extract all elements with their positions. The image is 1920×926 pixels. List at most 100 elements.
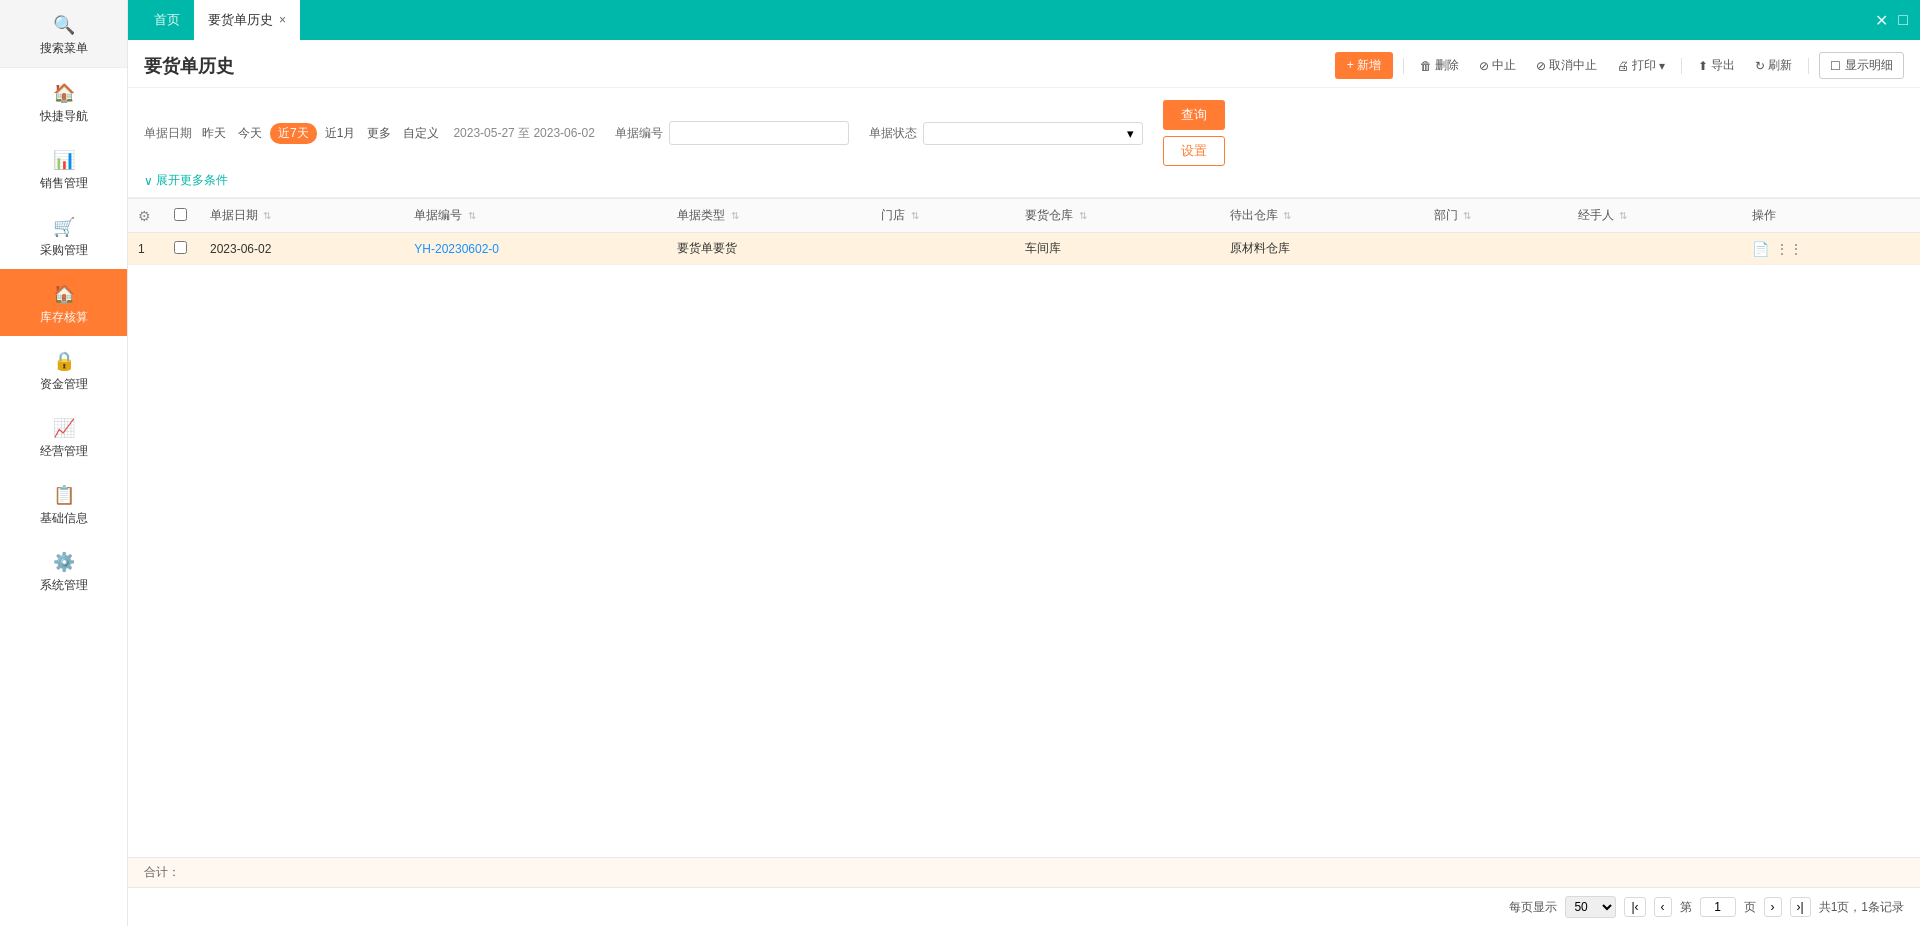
td-operations: 📄 ⋮⋮	[1742, 233, 1920, 265]
table-footer: 合计：	[128, 857, 1920, 887]
setup-button[interactable]: 设置	[1163, 136, 1225, 166]
th-handler[interactable]: 经手人 ⇅	[1568, 199, 1742, 233]
th-doc-type[interactable]: 单据类型 ⇅	[667, 199, 871, 233]
delete-button[interactable]: 🗑 删除	[1414, 53, 1465, 78]
operations-icon: 📈	[53, 417, 75, 439]
doc-status-select[interactable]: ▾	[923, 122, 1143, 145]
window-maximize-icon[interactable]: □	[1898, 11, 1908, 29]
sidebar-item-search-menu[interactable]: 🔍 搜索菜单	[0, 0, 127, 68]
cancel-stop-button[interactable]: ⊘ 取消中止	[1530, 53, 1603, 78]
sidebar-item-basic-info[interactable]: 📋 基础信息	[0, 470, 127, 537]
sidebar-item-system[interactable]: ⚙️ 系统管理	[0, 537, 127, 604]
print-dropdown-icon: ▾	[1659, 59, 1665, 73]
new-button[interactable]: + 新增	[1335, 52, 1393, 79]
td-pending-warehouse: 原材料仓库	[1220, 233, 1424, 265]
total-info: 共1页，1条记录	[1819, 899, 1904, 916]
print-icon: 🖨	[1617, 59, 1629, 73]
th-setting[interactable]: ⚙	[128, 199, 164, 233]
tab-close-btn[interactable]: ×	[279, 13, 286, 27]
page-suffix: 页	[1744, 899, 1756, 916]
td-doc-number: YH-20230602-0	[404, 233, 667, 265]
filter-docnum-item: 单据编号	[615, 121, 849, 145]
td-doc-date: 2023-06-02	[200, 233, 404, 265]
settings-gear-icon[interactable]: ⚙	[138, 208, 151, 224]
sidebar-item-operations[interactable]: 📈 经营管理	[0, 403, 127, 470]
export-icon: ⬆	[1698, 59, 1708, 73]
date-7days[interactable]: 近7天	[270, 123, 317, 144]
page-size-select[interactable]: 50 100 200	[1565, 896, 1616, 918]
system-icon: ⚙️	[53, 551, 75, 573]
select-all-checkbox[interactable]	[174, 208, 187, 221]
doc-number-input[interactable]	[669, 121, 849, 145]
th-doc-number[interactable]: 单据编号 ⇅	[404, 199, 667, 233]
doc-number-link[interactable]: YH-20230602-0	[414, 242, 499, 256]
print-button[interactable]: 🖨 打印 ▾	[1611, 53, 1671, 78]
refresh-button[interactable]: ↻ 刷新	[1749, 53, 1798, 78]
page-prefix: 第	[1680, 899, 1692, 916]
search-menu-icon: 🔍	[53, 14, 75, 36]
th-checkbox[interactable]	[164, 199, 200, 233]
date-more[interactable]: 更多	[363, 123, 395, 144]
sidebar-item-purchase[interactable]: 🛒 采购管理	[0, 202, 127, 269]
date-yesterday[interactable]: 昨天	[198, 123, 230, 144]
purchase-icon: 🛒	[53, 216, 75, 238]
td-req-warehouse: 车间库	[1015, 233, 1219, 265]
next-page-btn[interactable]: ›	[1764, 897, 1782, 917]
date-custom[interactable]: 自定义	[399, 123, 443, 144]
main-content: 首页 要货单历史 × ✕ □ 要货单历史 + 新增 🗑 删	[128, 0, 1920, 926]
divider-2	[1681, 58, 1682, 74]
th-doc-date[interactable]: 单据日期 ⇅	[200, 199, 404, 233]
last-page-btn[interactable]: ›|	[1790, 897, 1811, 917]
sidebar-item-finance[interactable]: 🔒 资金管理	[0, 336, 127, 403]
filter-date-item: 单据日期 昨天 今天 近7天 近1月 更多 自定义 2023-05-27 至 2…	[144, 123, 595, 144]
td-store	[871, 233, 1015, 265]
td-checkbox[interactable]	[164, 233, 200, 265]
td-index: 1	[128, 233, 164, 265]
cancel-stop-icon: ⊘	[1536, 59, 1546, 73]
filter-area: 单据日期 昨天 今天 近7天 近1月 更多 自定义 2023-05-27 至 2…	[128, 88, 1920, 198]
refresh-icon: ↻	[1755, 59, 1765, 73]
date-1month[interactable]: 近1月	[321, 123, 360, 144]
delete-icon: 🗑	[1420, 59, 1432, 73]
row-edit-icon[interactable]: 📄	[1752, 241, 1769, 257]
th-store[interactable]: 门店 ⇅	[871, 199, 1015, 233]
query-button[interactable]: 查询	[1163, 100, 1225, 130]
row-more-icon[interactable]: ⋮⋮	[1775, 241, 1803, 257]
sidebar-item-sales[interactable]: 📊 销售管理	[0, 135, 127, 202]
header-actions: + 新增 🗑 删除 ⊘ 中止 ⊘ 取消中止 🖨	[1335, 52, 1904, 79]
page-number-input[interactable]	[1700, 897, 1736, 917]
td-doc-type: 要货单要货	[667, 233, 871, 265]
finance-icon: 🔒	[53, 350, 75, 372]
td-handler	[1568, 233, 1742, 265]
row-checkbox[interactable]	[174, 241, 187, 254]
export-button[interactable]: ⬆ 导出	[1692, 53, 1741, 78]
window-close-icon[interactable]: ✕	[1875, 11, 1888, 30]
expand-more-btn[interactable]: ∨ 展开更多条件	[144, 172, 1904, 189]
stop-button[interactable]: ⊘ 中止	[1473, 53, 1522, 78]
tab-active[interactable]: 要货单历史 ×	[194, 0, 300, 40]
sort-doc-type-icon: ⇅	[731, 210, 739, 221]
tab-home[interactable]: 首页	[140, 0, 194, 40]
display-detail-button[interactable]: ☐ 显示明细	[1819, 52, 1904, 79]
date-today[interactable]: 今天	[234, 123, 266, 144]
query-action-buttons: 查询 设置	[1163, 100, 1225, 166]
th-department[interactable]: 部门 ⇅	[1424, 199, 1568, 233]
filter-row: 单据日期 昨天 今天 近7天 近1月 更多 自定义 2023-05-27 至 2…	[144, 100, 1904, 166]
table-header-row: ⚙ 单据日期 ⇅ 单据编号 ⇅	[128, 199, 1920, 233]
display-detail-icon: ☐	[1830, 59, 1841, 73]
sidebar: 🔍 搜索菜单 🏠 快捷导航 📊 销售管理 🛒 采购管理 🏠 库存核算 🔒 资金管…	[0, 0, 128, 926]
filter-status-item: 单据状态 ▾	[869, 122, 1143, 145]
topbar: 首页 要货单历史 × ✕ □	[128, 0, 1920, 40]
th-req-warehouse[interactable]: 要货仓库 ⇅	[1015, 199, 1219, 233]
sort-doc-number-icon: ⇅	[468, 210, 476, 221]
row-operations: 📄 ⋮⋮	[1752, 241, 1910, 257]
sort-doc-date-icon: ⇅	[263, 210, 271, 221]
table-area: ⚙ 单据日期 ⇅ 单据编号 ⇅	[128, 198, 1920, 857]
sidebar-item-inventory[interactable]: 🏠 库存核算	[0, 269, 127, 336]
th-pending-warehouse[interactable]: 待出仓库 ⇅	[1220, 199, 1424, 233]
sidebar-item-quick-nav[interactable]: 🏠 快捷导航	[0, 68, 127, 135]
first-page-btn[interactable]: |‹	[1624, 897, 1645, 917]
inventory-icon: 🏠	[53, 283, 75, 305]
prev-page-btn[interactable]: ‹	[1654, 897, 1672, 917]
th-operations: 操作	[1742, 199, 1920, 233]
